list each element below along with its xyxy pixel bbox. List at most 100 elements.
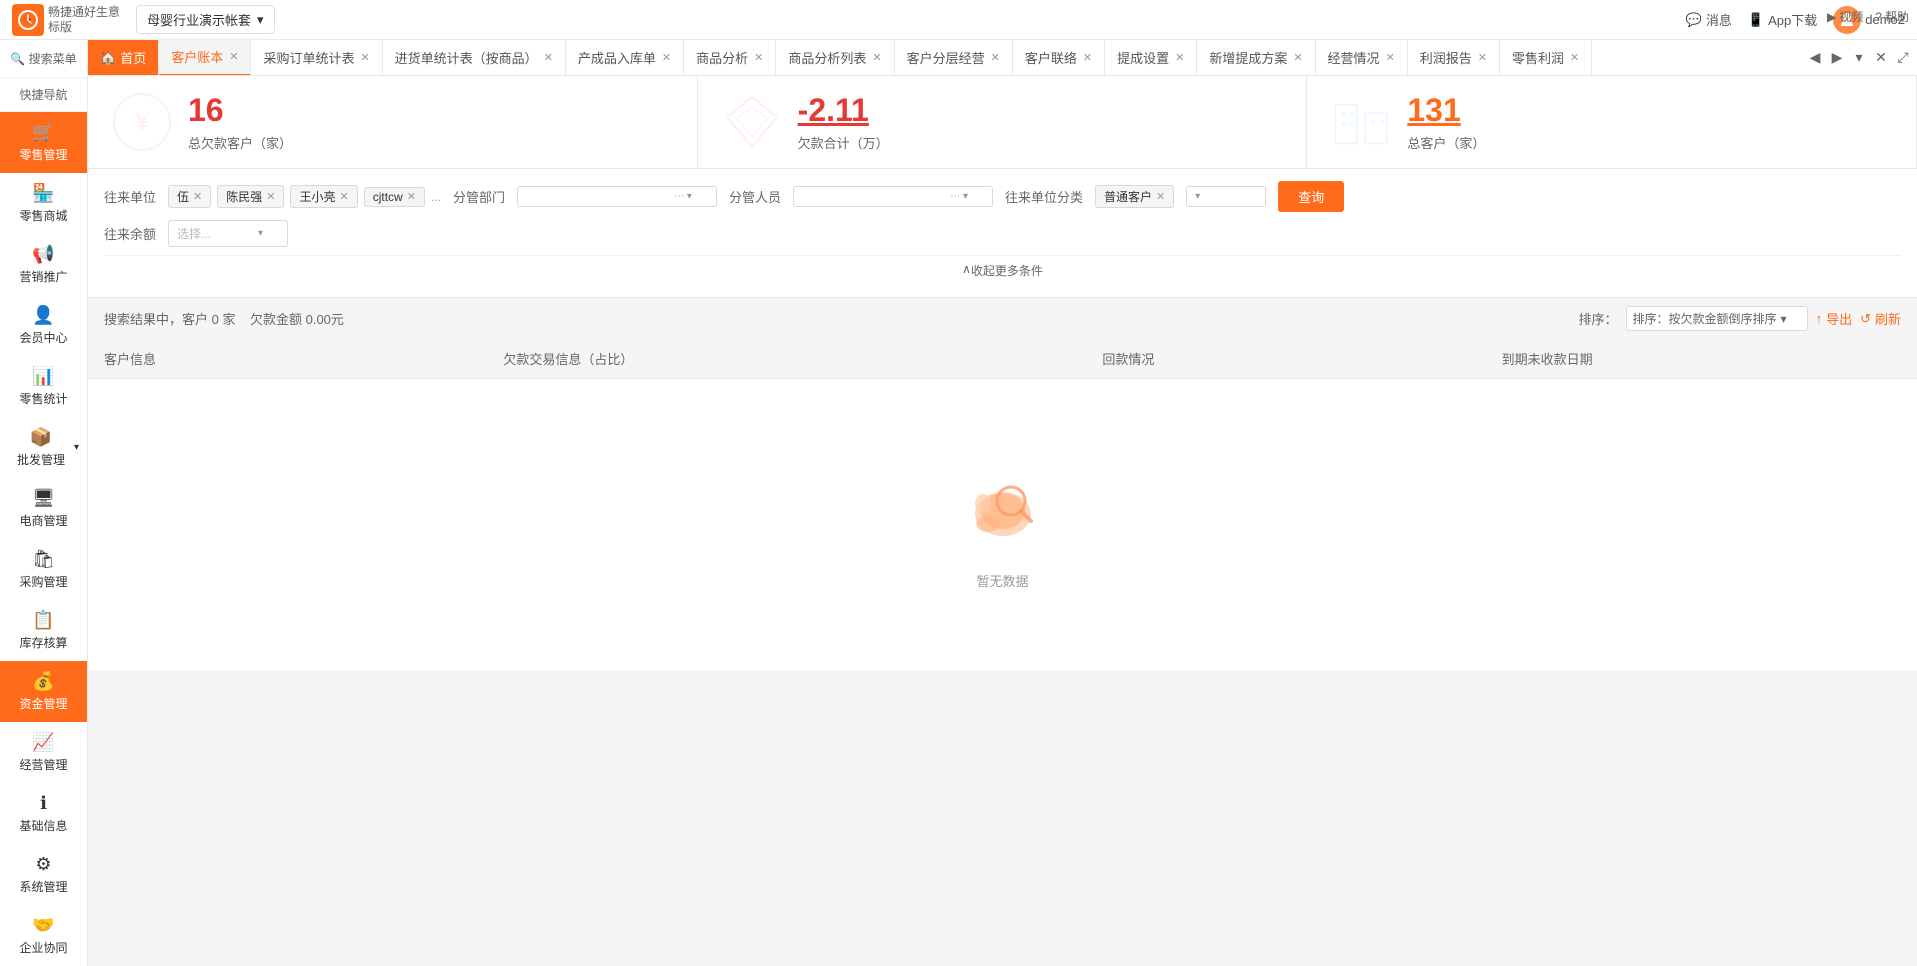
main-layout: 🔍 搜索菜单 快捷导航 🛒 零售管理 🏪 零售商城 📢 营销推广 👤 会员中 [0, 40, 1917, 966]
category-dropdown-arrow: ▾ [1195, 191, 1200, 202]
tab-close-product-analysis-list[interactable]: ✕ [872, 51, 881, 64]
tab-product-inbound[interactable]: 产成品入库单 ✕ [566, 40, 684, 76]
unit-tag-close-3[interactable]: ✕ [407, 190, 416, 203]
tab-close-accounts[interactable]: ✕ [229, 50, 238, 63]
page-content: ¥ 16 总欠款客户（家） [88, 76, 1917, 670]
sidebar-item-retail-mgmt[interactable]: 🛒 零售管理 [0, 112, 87, 173]
sidebar-item-ecommerce-mgmt[interactable]: 🖥 电商管理 [0, 478, 87, 539]
person-select[interactable]: ⋯ ▾ [793, 186, 993, 207]
sidebar-item-enterprise-collab[interactable]: 🤝 企业协同 [0, 905, 87, 966]
sidebar-item-capital-mgmt[interactable]: 💰 资金管理 [0, 661, 87, 722]
query-button[interactable]: 查询 [1278, 181, 1344, 212]
tab-customer-tier[interactable]: 客户分层经营 ✕ [895, 40, 1013, 76]
basic-info-icon: ℹ [8, 793, 79, 814]
unit-tag-1[interactable]: 陈民强 ✕ [217, 185, 284, 208]
stat-value-credit-customers: 16 [188, 92, 292, 129]
stat-label-credit-amount: 欠款合计（万） [798, 133, 889, 152]
sidebar-item-batch-mgmt[interactable]: 📦 批发管理 ▾ [0, 417, 87, 478]
tab-product-analysis[interactable]: 商品分析 ✕ [684, 40, 776, 76]
sort-value: 排序：按欠款金额倒序排序 [1633, 310, 1777, 327]
expand-icon: ▾ [74, 442, 79, 453]
tab-close-purchase-order[interactable]: ✕ [360, 51, 369, 64]
unit-tag-0[interactable]: 伍 ✕ [168, 185, 211, 208]
search-menu[interactable]: 🔍 搜索菜单 [0, 40, 87, 78]
unit-tag-3[interactable]: cjttcw ✕ [364, 187, 425, 207]
filter-row-2: 往来余额 选择... ▾ [104, 220, 1901, 247]
tab-purchase-order[interactable]: 采购订单统计表 ✕ [251, 40, 382, 76]
sidebar-item-system-mgmt[interactable]: ⚙ 系统管理 [0, 844, 87, 905]
tab-close-customer-tier[interactable]: ✕ [991, 51, 1000, 64]
message-button[interactable]: 💬 消息 [1686, 10, 1732, 29]
table-header: 客户信息 欠款交易信息（占比） 回款情况 到期未收款日期 [88, 339, 1917, 379]
sort-select[interactable]: 排序：按欠款金额倒序排序 ▾ [1626, 306, 1808, 331]
tab-close-product-analysis[interactable]: ✕ [754, 51, 763, 64]
result-actions: 排序： 排序：按欠款金额倒序排序 ▾ ↑ 导出 ↺ 刷新 [1579, 306, 1902, 331]
selector-button[interactable]: 母婴行业演示帐套 ▾ [136, 5, 275, 34]
tab-close-product-inbound[interactable]: ✕ [662, 51, 671, 64]
sidebar-item-basic-info[interactable]: ℹ 基础信息 [0, 783, 87, 844]
capital-mgmt-icon: 💰 [8, 671, 79, 692]
tab-fullscreen[interactable]: ⤢ [1893, 48, 1913, 68]
sidebar-item-marketing[interactable]: 📢 营销推广 [0, 234, 87, 295]
category-tag-0[interactable]: 普通客户 ✕ [1095, 185, 1174, 208]
quick-nav[interactable]: 快捷导航 [0, 78, 87, 112]
col-header-payment-status: 回款情况 [1102, 349, 1501, 368]
refresh-button[interactable]: ↺ 刷新 [1860, 309, 1901, 328]
tab-operation-status[interactable]: 经营情况 ✕ [1316, 40, 1408, 76]
tab-close-new-promotion-plan[interactable]: ✕ [1293, 51, 1302, 64]
ecommerce-mgmt-icon: 🖥 [8, 488, 79, 509]
app-layout: 畅捷通好生意 标版 母婴行业演示帐套 ▾ 💬 消息 📱 App下载 [0, 0, 1917, 966]
export-button[interactable]: ↑ 导出 [1816, 309, 1853, 328]
tab-promotion-settings[interactable]: 提成设置 ✕ [1105, 40, 1197, 76]
tab-close-profit-report[interactable]: ✕ [1478, 51, 1487, 64]
app-download-button[interactable]: 📱 App下载 [1748, 10, 1817, 29]
refresh-icon: ↺ [1860, 311, 1871, 327]
tab-inbound-stats[interactable]: 进货单统计表（按商品） ✕ [383, 40, 566, 76]
sidebar-item-member-center[interactable]: 👤 会员中心 [0, 295, 87, 356]
tab-close-promotion-settings[interactable]: ✕ [1175, 51, 1184, 64]
sidebar-item-inventory-check[interactable]: 📋 库存核算 [0, 600, 87, 661]
category-select[interactable]: ▾ [1186, 186, 1266, 207]
sidebar-item-operation-mgmt[interactable]: 📈 经营管理 [0, 722, 87, 783]
result-info: 搜索结果中，客户 0 家 欠款金额 0.00元 [104, 309, 344, 328]
col-header-due-date: 到期未收款日期 [1502, 349, 1901, 368]
tab-close-inbound-stats[interactable]: ✕ [544, 51, 553, 64]
tab-product-analysis-list[interactable]: 商品分析列表 ✕ [776, 40, 894, 76]
enterprise-collab-icon: 🤝 [8, 915, 79, 936]
more-tags-indicator[interactable]: ... [431, 190, 441, 204]
tab-new-promotion-plan[interactable]: 新增提成方案 ✕ [1197, 40, 1315, 76]
dept-select[interactable]: ⋯ ▾ [517, 186, 717, 207]
unit-label: 往来单位 [104, 187, 156, 206]
tab-home[interactable]: 🏠 首页 [88, 40, 159, 76]
stat-content-total-customers: 131 总客户（家） [1407, 92, 1485, 152]
tab-accounts[interactable]: 客户账本 ✕ [159, 40, 251, 76]
account-selector[interactable]: 母婴行业演示帐套 ▾ [136, 5, 275, 34]
main-content: ¥ 16 总欠款客户（家） [88, 76, 1917, 966]
tab-nav-left[interactable]: ◀ [1805, 48, 1825, 68]
tab-close-operation-status[interactable]: ✕ [1386, 51, 1395, 64]
sidebar-item-purchase-mgmt[interactable]: 🛍 采购管理 [0, 539, 87, 600]
unit-tag-2[interactable]: 王小亮 ✕ [290, 185, 357, 208]
tab-customer-contact[interactable]: 客户联络 ✕ [1013, 40, 1105, 76]
balance-select[interactable]: 选择... ▾ [168, 220, 288, 247]
unit-tag-close-2[interactable]: ✕ [340, 190, 349, 203]
sidebar-item-retail-mall[interactable]: 🏪 零售商城 [0, 173, 87, 234]
tab-nav-right[interactable]: ▶ [1827, 48, 1847, 68]
tab-close-all[interactable]: ✕ [1871, 48, 1891, 68]
inventory-check-icon: 📋 [8, 610, 79, 631]
stat-card-credit-customers: ¥ 16 总欠款客户（家） [88, 76, 698, 168]
collapse-filters-button[interactable]: ∧ 收起更多条件 [104, 255, 1901, 285]
tab-nav-expand[interactable]: ▾ [1849, 48, 1869, 68]
unit-tag-close-1[interactable]: ✕ [266, 190, 275, 203]
tab-close-retail-profit[interactable]: ✕ [1570, 51, 1579, 64]
tab-close-customer-contact[interactable]: ✕ [1083, 51, 1092, 64]
unit-tag-close-0[interactable]: ✕ [193, 190, 202, 203]
tab-retail-profit[interactable]: 零售利润 ✕ [1500, 40, 1592, 76]
dept-label: 分管部门 [453, 187, 505, 206]
content-area: 🏠 首页 客户账本 ✕ 采购订单统计表 ✕ 进货单统计表（按商品） ✕ 产成品入… [88, 40, 1917, 966]
stat-content-credit-amount: -2.11 欠款合计（万） [798, 92, 889, 152]
stat-label-total-customers: 总客户（家） [1407, 133, 1485, 152]
tab-profit-report[interactable]: 利润报告 ✕ [1408, 40, 1500, 76]
sidebar-item-retail-stats[interactable]: 📊 零售统计 [0, 356, 87, 417]
category-tag-close-0[interactable]: ✕ [1156, 190, 1165, 203]
